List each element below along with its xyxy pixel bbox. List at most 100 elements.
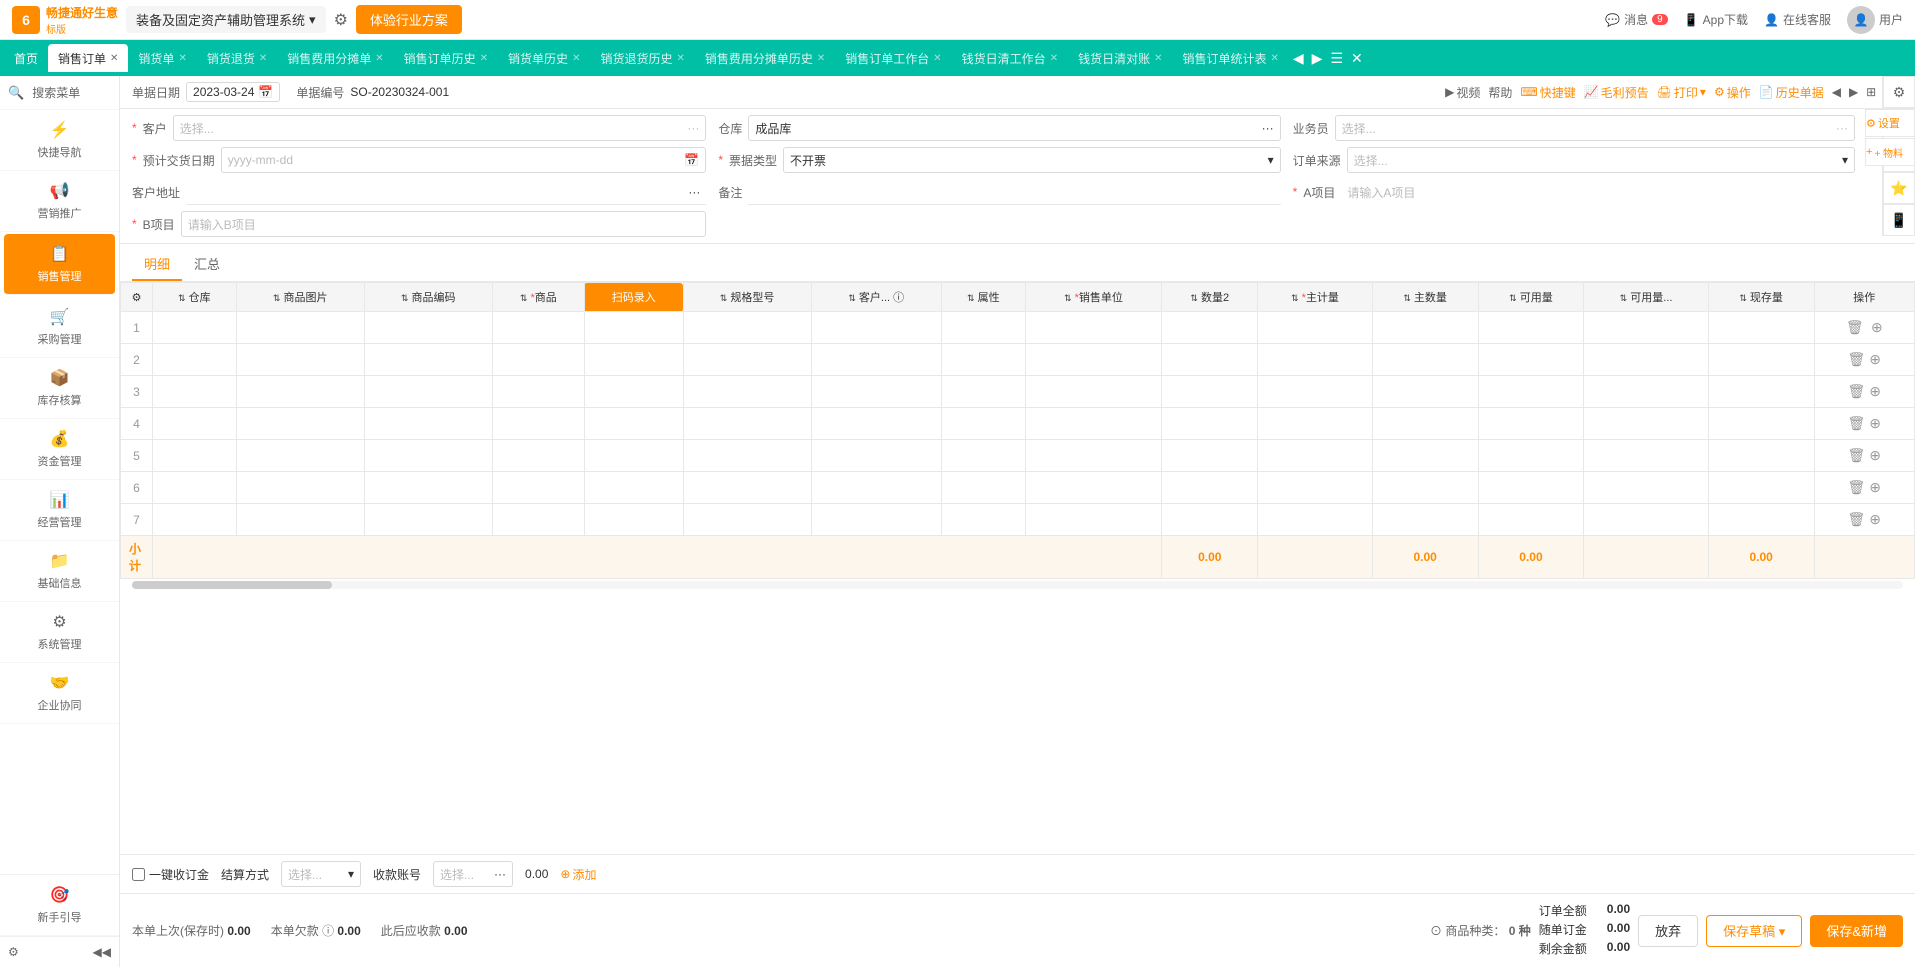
th-settings[interactable]: ⚙ [121, 283, 153, 312]
b-project-input[interactable]: 请输入B项目 [181, 211, 707, 237]
copy-icon[interactable]: ⊕ [1869, 383, 1881, 399]
add-payment-btn[interactable]: ⊕ 添加 [560, 866, 596, 883]
tab-sales-bill-history[interactable]: 销货单历史 ✕ [498, 44, 590, 72]
discard-button[interactable]: 放弃 [1638, 915, 1698, 947]
app-download-item[interactable]: 📱 App下载 [1684, 11, 1748, 28]
sidebar-item-guide[interactable]: 🎯 新手引导 [0, 875, 119, 936]
th-warehouse[interactable]: ⇅ 仓库 [153, 283, 237, 312]
online-service-item[interactable]: 👤 在线客服 [1764, 11, 1831, 28]
payment-method-select[interactable]: 选择... ▾ [281, 861, 361, 887]
sidebar-item-finance[interactable]: 💰 资金管理 [0, 419, 119, 480]
shortcut-btn[interactable]: ⌨ 快捷键 [1520, 84, 1575, 101]
side-settings-btn[interactable]: ⚙ [1883, 76, 1915, 108]
th-current[interactable]: ⇅ 现存量 [1708, 283, 1814, 312]
grid-view-btn[interactable]: ⊞ [1866, 85, 1876, 99]
tab-sales-fee[interactable]: 销售费用分摊单 ✕ [277, 44, 393, 72]
td-product[interactable] [492, 312, 584, 344]
tab-close-all-btn[interactable]: ✕ [1347, 50, 1367, 67]
td-main-qty[interactable] [1372, 312, 1478, 344]
tab-close-icon[interactable]: ✕ [1154, 53, 1162, 64]
sidebar-item-search[interactable]: 🔍 搜索菜单 [0, 76, 119, 110]
delete-icon[interactable]: 🗑 [1848, 383, 1866, 399]
tab-daily-workbench[interactable]: 钱货日清工作台 ✕ [952, 44, 1068, 72]
tab-daily-reconcile[interactable]: 钱货日清对账 ✕ [1068, 44, 1172, 72]
th-available2[interactable]: ⇅ 可用量... [1584, 283, 1708, 312]
td-spec[interactable] [683, 312, 811, 344]
tab-home[interactable]: 首页 [4, 44, 48, 72]
tab-sales-stats[interactable]: 销售订单统计表 ✕ [1172, 44, 1288, 72]
delete-icon[interactable]: 🗑 [1848, 351, 1866, 367]
order-source-select[interactable]: 选择... ▾ [1347, 147, 1855, 173]
tab-close-icon[interactable]: ✕ [178, 53, 186, 64]
sidebar-item-quick[interactable]: ⚡ 快捷导航 [0, 110, 119, 171]
action-btn[interactable]: ⚙ 操作 [1714, 84, 1751, 101]
copy-icon[interactable]: ⊕ [1869, 447, 1881, 463]
tab-sales-order[interactable]: 销售订单 ✕ [48, 44, 128, 72]
one-click-checkbox-item[interactable]: 一键收订金 [132, 866, 209, 883]
tab-close-icon[interactable]: ✕ [259, 53, 267, 64]
user-item[interactable]: 👤 用户 [1847, 6, 1903, 34]
staff-input[interactable]: 选择... ··· [1335, 115, 1855, 141]
history-btn[interactable]: 📄 历史单据 [1759, 84, 1824, 101]
tab-close-icon[interactable]: ✕ [817, 53, 825, 64]
scrollbar-thumb[interactable] [132, 581, 332, 589]
tab-close-icon[interactable]: ✕ [1271, 53, 1279, 64]
delete-icon[interactable]: 🗑 [1846, 319, 1864, 335]
th-image[interactable]: ⇅ 商品图片 [236, 283, 364, 312]
settings-panel-btn[interactable]: ⚙ ⚙ 设置 [1865, 109, 1915, 137]
customer-input[interactable]: 选择... ··· [173, 115, 707, 141]
th-unit[interactable]: ⇅ *销售单位 [1025, 283, 1162, 312]
sidebar-item-inventory[interactable]: 📦 库存核算 [0, 358, 119, 419]
tab-sales-workbench[interactable]: 销售订单工作台 ✕ [835, 44, 951, 72]
td-warehouse[interactable] [153, 312, 237, 344]
sidebar-settings-btn[interactable]: ⚙ [8, 945, 19, 959]
copy-icon[interactable]: ⊕ [1871, 319, 1883, 335]
invoice-type-select[interactable]: 不开票 ▾ [783, 147, 1281, 173]
system-name[interactable]: 装备及固定资产辅助管理系统 ▾ [126, 6, 326, 33]
th-main-qty[interactable]: ⇅ 主数量 [1372, 283, 1478, 312]
add-material-btn[interactable]: + + 物料 [1865, 138, 1915, 166]
sidebar-item-system[interactable]: ⚙ 系统管理 [0, 602, 119, 663]
industry-button[interactable]: 体验行业方案 [356, 5, 462, 34]
th-code[interactable]: ⇅ 商品编码 [364, 283, 492, 312]
tab-sales-return[interactable]: 销货退货 ✕ [197, 44, 277, 72]
message-item[interactable]: 💬 消息 9 [1605, 11, 1668, 28]
sidebar-collapse-btn[interactable]: ◀◀ [93, 945, 111, 959]
address-input[interactable]: ··· [186, 179, 706, 205]
tab-close-icon[interactable]: ✕ [480, 53, 488, 64]
td-code[interactable] [364, 312, 492, 344]
tab-detail[interactable]: 明细 [132, 248, 182, 281]
account-select[interactable]: 选择... ··· [433, 861, 513, 887]
sidebar-item-sales[interactable]: 📋 销售管理 [4, 234, 115, 295]
th-available[interactable]: ⇅ 可用量 [1478, 283, 1584, 312]
settings-icon[interactable]: ⚙ [334, 10, 348, 30]
tab-next-btn[interactable]: ▶ [1308, 50, 1327, 67]
tab-close-icon[interactable]: ✕ [375, 53, 383, 64]
td-qty2[interactable] [1162, 312, 1258, 344]
td-unit[interactable] [1025, 312, 1162, 344]
tab-close-icon[interactable]: ✕ [1050, 53, 1058, 64]
tab-sales-order-history[interactable]: 销售订单历史 ✕ [394, 44, 498, 72]
th-main-unit[interactable]: ⇅ *主计量 [1258, 283, 1372, 312]
side-mobile-btn[interactable]: 📱 [1883, 204, 1915, 236]
sidebar-item-purchase[interactable]: 🛒 采购管理 [0, 297, 119, 358]
tab-close-icon[interactable]: ✕ [572, 53, 580, 64]
th-attr[interactable]: ⇅ 属性 [941, 283, 1025, 312]
th-customer-code[interactable]: ⇅ 客户... ⓘ [811, 283, 941, 312]
th-scan[interactable]: 扫码录入 [584, 283, 683, 312]
th-product[interactable]: ⇅ *商品 [492, 283, 584, 312]
side-star-btn[interactable]: ⭐ [1883, 172, 1915, 204]
td-main-unit[interactable] [1258, 312, 1372, 344]
tab-sales-fee-history[interactable]: 销售费用分摊单历史 ✕ [695, 44, 835, 72]
sidebar-item-marketing[interactable]: 📢 营销推广 [0, 171, 119, 232]
tab-close-icon[interactable]: ✕ [110, 53, 118, 64]
warehouse-input[interactable]: 成品库 ··· [748, 115, 1280, 141]
horizontal-scrollbar[interactable] [132, 581, 1903, 589]
sidebar-item-base[interactable]: 📁 基础信息 [0, 541, 119, 602]
save-draft-button[interactable]: 保存草稿 ▾ [1706, 915, 1802, 947]
copy-icon[interactable]: ⊕ [1869, 511, 1881, 527]
delivery-date-input[interactable]: yyyy-mm-dd 📅 [221, 147, 707, 173]
print-btn[interactable]: 🖨 打印 ▾ [1657, 84, 1706, 101]
delete-icon[interactable]: 🗑 [1848, 415, 1866, 431]
tab-close-icon[interactable]: ✕ [676, 53, 684, 64]
